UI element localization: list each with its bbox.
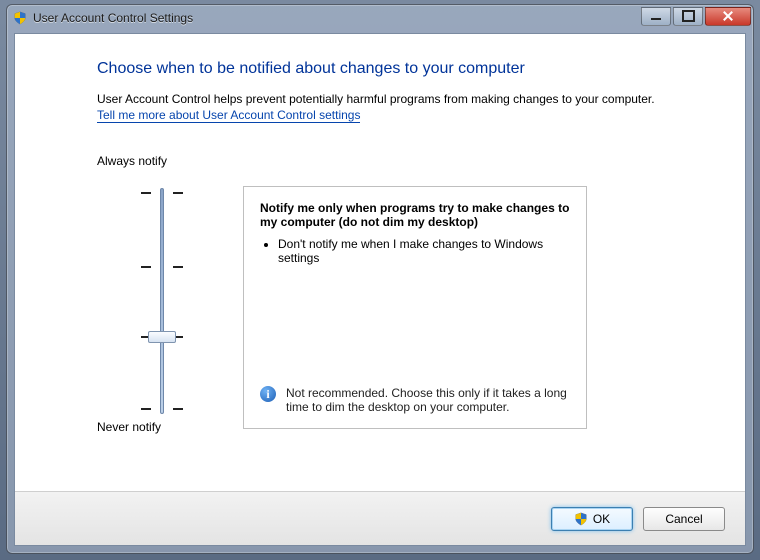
- help-link[interactable]: Tell me more about User Account Control …: [97, 108, 360, 123]
- info-icon: i: [260, 386, 276, 402]
- slider-tick: [141, 408, 183, 410]
- dialog-footer: OK Cancel: [15, 491, 745, 545]
- slider-track[interactable]: [141, 186, 183, 416]
- level-title: Notify me only when programs try to make…: [260, 201, 570, 229]
- cancel-button-label: Cancel: [665, 512, 702, 526]
- cancel-button[interactable]: Cancel: [643, 507, 725, 531]
- slider-label-min: Never notify: [97, 420, 227, 434]
- page-heading: Choose when to be notified about changes…: [97, 60, 663, 78]
- uac-shield-icon: [574, 512, 588, 526]
- close-button[interactable]: [705, 7, 751, 26]
- minimize-button[interactable]: [641, 7, 671, 26]
- content-area: Choose when to be notified about changes…: [15, 34, 745, 489]
- ok-button-label: OK: [593, 512, 610, 526]
- slider-tick: [141, 266, 183, 268]
- maximize-button[interactable]: [673, 7, 703, 26]
- ok-button[interactable]: OK: [551, 507, 633, 531]
- client-area: Choose when to be notified about changes…: [14, 33, 746, 546]
- level-bullets: Don't notify me when I make changes to W…: [278, 237, 570, 265]
- notification-slider: Always notify Never notify: [97, 154, 227, 434]
- recommendation-text: Not recommended. Choose this only if it …: [286, 386, 572, 414]
- window-title: User Account Control Settings: [13, 11, 641, 25]
- slider-tick: [141, 192, 183, 194]
- window-title-text: User Account Control Settings: [33, 11, 193, 25]
- uac-shield-icon: [13, 11, 27, 25]
- window-controls: [641, 7, 751, 26]
- level-recommendation: i Not recommended. Choose this only if i…: [260, 386, 572, 414]
- level-description-box: Notify me only when programs try to make…: [243, 186, 587, 429]
- slider-thumb[interactable]: [148, 331, 176, 343]
- titlebar[interactable]: User Account Control Settings: [7, 5, 753, 31]
- intro-text: User Account Control helps prevent poten…: [97, 92, 719, 106]
- slider-label-max: Always notify: [97, 154, 227, 168]
- uac-settings-window: User Account Control Settings Choose whe…: [6, 4, 754, 554]
- slider-groove: [160, 188, 164, 414]
- level-bullet: Don't notify me when I make changes to W…: [278, 237, 570, 265]
